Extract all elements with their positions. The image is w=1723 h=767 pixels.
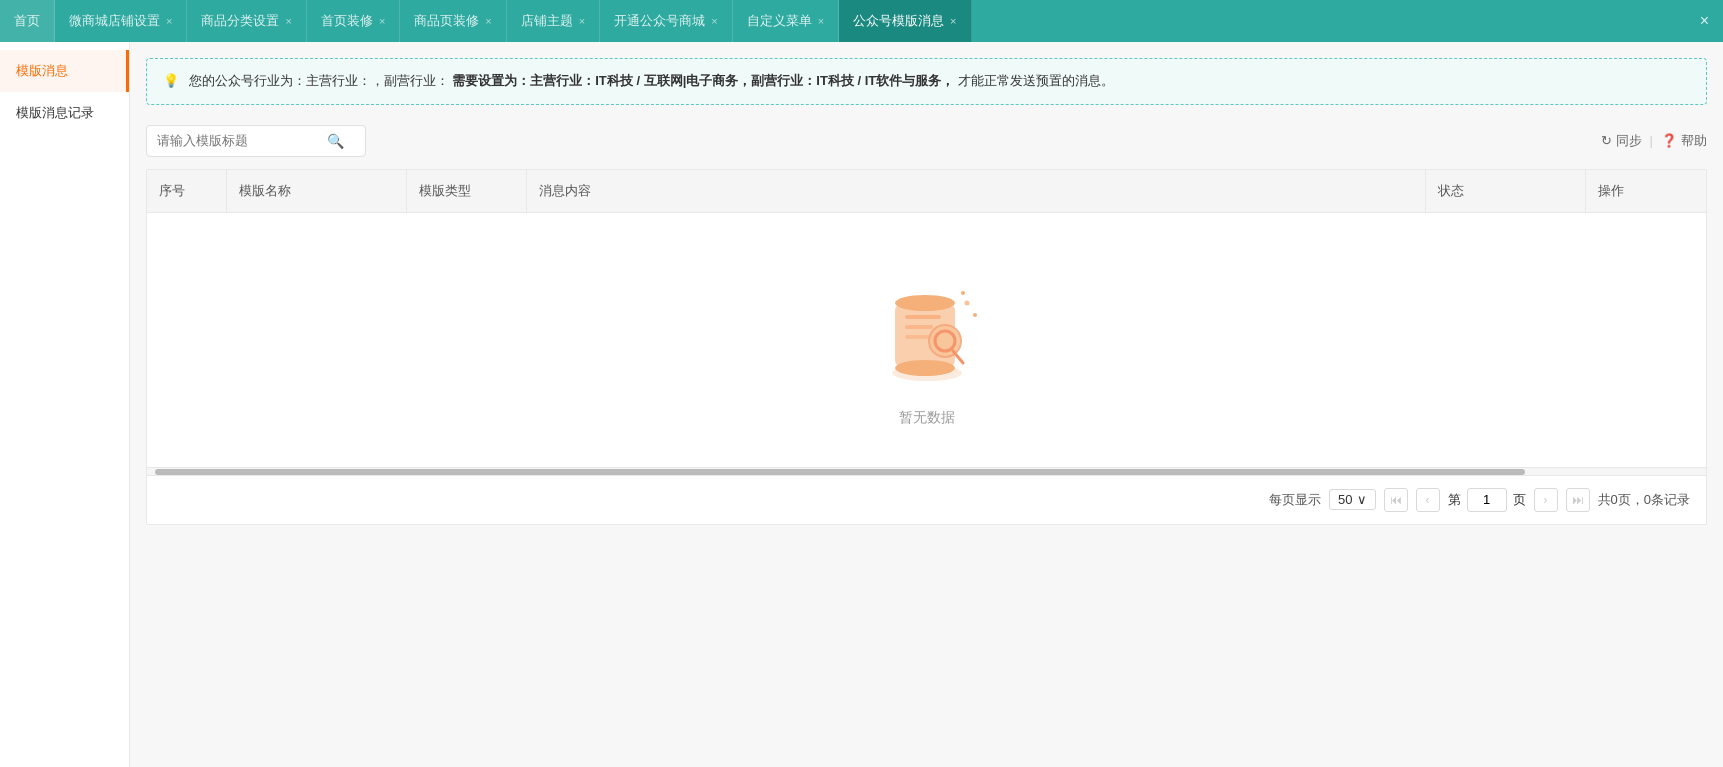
tab-homepage-close[interactable]: × [379, 15, 385, 27]
search-input-wrap: 🔍 [146, 125, 366, 157]
col-content: 消息内容 [527, 170, 1426, 212]
tab-productpage-label: 商品页装修 [414, 12, 479, 30]
tab-wshop-label: 微商城店铺设置 [69, 12, 160, 30]
sync-button[interactable]: ↻ 同步 [1601, 132, 1642, 150]
col-status: 状态 [1426, 170, 1586, 212]
next-page-icon: › [1544, 493, 1548, 507]
sidebar-item-template-msg-log[interactable]: 模版消息记录 [0, 92, 129, 134]
close-all-button[interactable]: × [1686, 12, 1723, 30]
notice-text-after: 才能正常发送预置的消息。 [958, 73, 1114, 88]
tab-home-label: 首页 [14, 12, 40, 30]
notice-banner: 💡 您的公众号行业为：主营行业：，副营行业： 需要设置为：主营行业：IT科技 /… [146, 58, 1707, 105]
col-type: 模版类型 [407, 170, 527, 212]
data-table: 序号 模版名称 模版类型 消息内容 状态 操作 [146, 169, 1707, 525]
tab-productpage-close[interactable]: × [485, 15, 491, 27]
col-seq: 序号 [147, 170, 227, 212]
page-size-value: 50 [1338, 492, 1352, 507]
prev-page-button[interactable]: ‹ [1416, 488, 1440, 512]
tab-wshop-close[interactable]: × [166, 15, 172, 27]
notice-text-before: 您的公众号行业为：主营行业：，副营行业： [189, 73, 449, 88]
page-size-label: 每页显示 [1269, 491, 1321, 509]
tab-homepage[interactable]: 首页装修 × [307, 0, 400, 42]
tab-theme-close[interactable]: × [579, 15, 585, 27]
empty-text: 暂无数据 [899, 409, 955, 427]
svg-rect-4 [905, 315, 941, 319]
page-num-wrap: 第 页 [1448, 488, 1526, 512]
page-label-before: 第 [1448, 491, 1461, 509]
tab-category-close[interactable]: × [285, 15, 291, 27]
tab-theme-label: 店铺主题 [521, 12, 573, 30]
search-input[interactable] [157, 133, 327, 148]
top-nav: 首页 微商城店铺设置 × 商品分类设置 × 首页装修 × 商品页装修 × 店铺主… [0, 0, 1723, 42]
tab-wechat-mall-label: 开通公众号商城 [614, 12, 705, 30]
horizontal-scrollbar[interactable] [147, 467, 1706, 475]
svg-point-3 [895, 360, 955, 376]
tab-category[interactable]: 商品分类设置 × [187, 0, 306, 42]
col-name: 模版名称 [227, 170, 407, 212]
search-bar: 🔍 ↻ 同步 | ❓ 帮助 [146, 125, 1707, 157]
search-icon[interactable]: 🔍 [327, 133, 344, 149]
tab-category-label: 商品分类设置 [201, 12, 279, 30]
scrollbar-thumb[interactable] [155, 469, 1525, 475]
tab-custom-menu-close[interactable]: × [818, 15, 824, 27]
page-label-after: 页 [1513, 491, 1526, 509]
notice-text-bold: 需要设置为：主营行业：IT科技 / 互联网|电子商务，副营行业：IT科技 / I… [452, 73, 954, 88]
chevron-down-icon: ∨ [1357, 492, 1367, 507]
sync-label: 同步 [1616, 132, 1642, 150]
pagination: 每页显示 50 ∨ ⏮ ‹ 第 页 › [147, 475, 1706, 524]
col-action: 操作 [1586, 170, 1706, 212]
svg-point-12 [961, 291, 965, 295]
help-icon: ❓ [1661, 133, 1677, 148]
last-page-button[interactable]: ⏭ [1566, 488, 1590, 512]
tab-template-msg-label: 公众号模版消息 [853, 12, 944, 30]
bulb-icon: 💡 [163, 73, 179, 88]
toolbar-right: ↻ 同步 | ❓ 帮助 [1601, 132, 1707, 150]
svg-rect-5 [905, 325, 933, 329]
first-page-icon: ⏮ [1390, 493, 1402, 507]
tab-homepage-label: 首页装修 [321, 12, 373, 30]
layout: 模版消息 模版消息记录 💡 您的公众号行业为：主营行业：，副营行业： 需要设置为… [0, 42, 1723, 767]
sidebar: 模版消息 模版消息记录 [0, 42, 130, 767]
tab-home[interactable]: 首页 [0, 0, 55, 42]
help-button[interactable]: ❓ 帮助 [1661, 132, 1707, 150]
empty-state-icon [867, 273, 987, 393]
tab-custom-menu[interactable]: 自定义菜单 × [733, 0, 839, 42]
help-label: 帮助 [1681, 132, 1707, 150]
table-header: 序号 模版名称 模版类型 消息内容 状态 操作 [147, 170, 1706, 213]
tab-custom-menu-label: 自定义菜单 [747, 12, 812, 30]
svg-point-2 [895, 295, 955, 311]
sidebar-item-template-msg[interactable]: 模版消息 [0, 50, 129, 92]
tab-template-msg-close[interactable]: × [950, 15, 956, 27]
toolbar-divider: | [1650, 133, 1653, 148]
last-page-icon: ⏭ [1572, 493, 1584, 507]
empty-state: 暂无数据 [147, 213, 1706, 467]
page-number-input[interactable] [1467, 488, 1507, 512]
tab-productpage[interactable]: 商品页装修 × [400, 0, 506, 42]
page-size-select[interactable]: 50 ∨ [1329, 489, 1375, 510]
main-content: 💡 您的公众号行业为：主营行业：，副营行业： 需要设置为：主营行业：IT科技 /… [130, 42, 1723, 767]
svg-point-11 [973, 313, 977, 317]
tab-wechat-mall[interactable]: 开通公众号商城 × [600, 0, 732, 42]
total-info: 共0页，0条记录 [1598, 491, 1690, 509]
tab-theme[interactable]: 店铺主题 × [507, 0, 600, 42]
sync-icon: ↻ [1601, 133, 1612, 148]
prev-page-icon: ‹ [1426, 493, 1430, 507]
first-page-button[interactable]: ⏮ [1384, 488, 1408, 512]
tab-wshop[interactable]: 微商城店铺设置 × [55, 0, 187, 42]
tab-template-msg[interactable]: 公众号模版消息 × [839, 0, 971, 42]
next-page-button[interactable]: › [1534, 488, 1558, 512]
svg-point-10 [964, 300, 969, 305]
tab-wechat-mall-close[interactable]: × [711, 15, 717, 27]
